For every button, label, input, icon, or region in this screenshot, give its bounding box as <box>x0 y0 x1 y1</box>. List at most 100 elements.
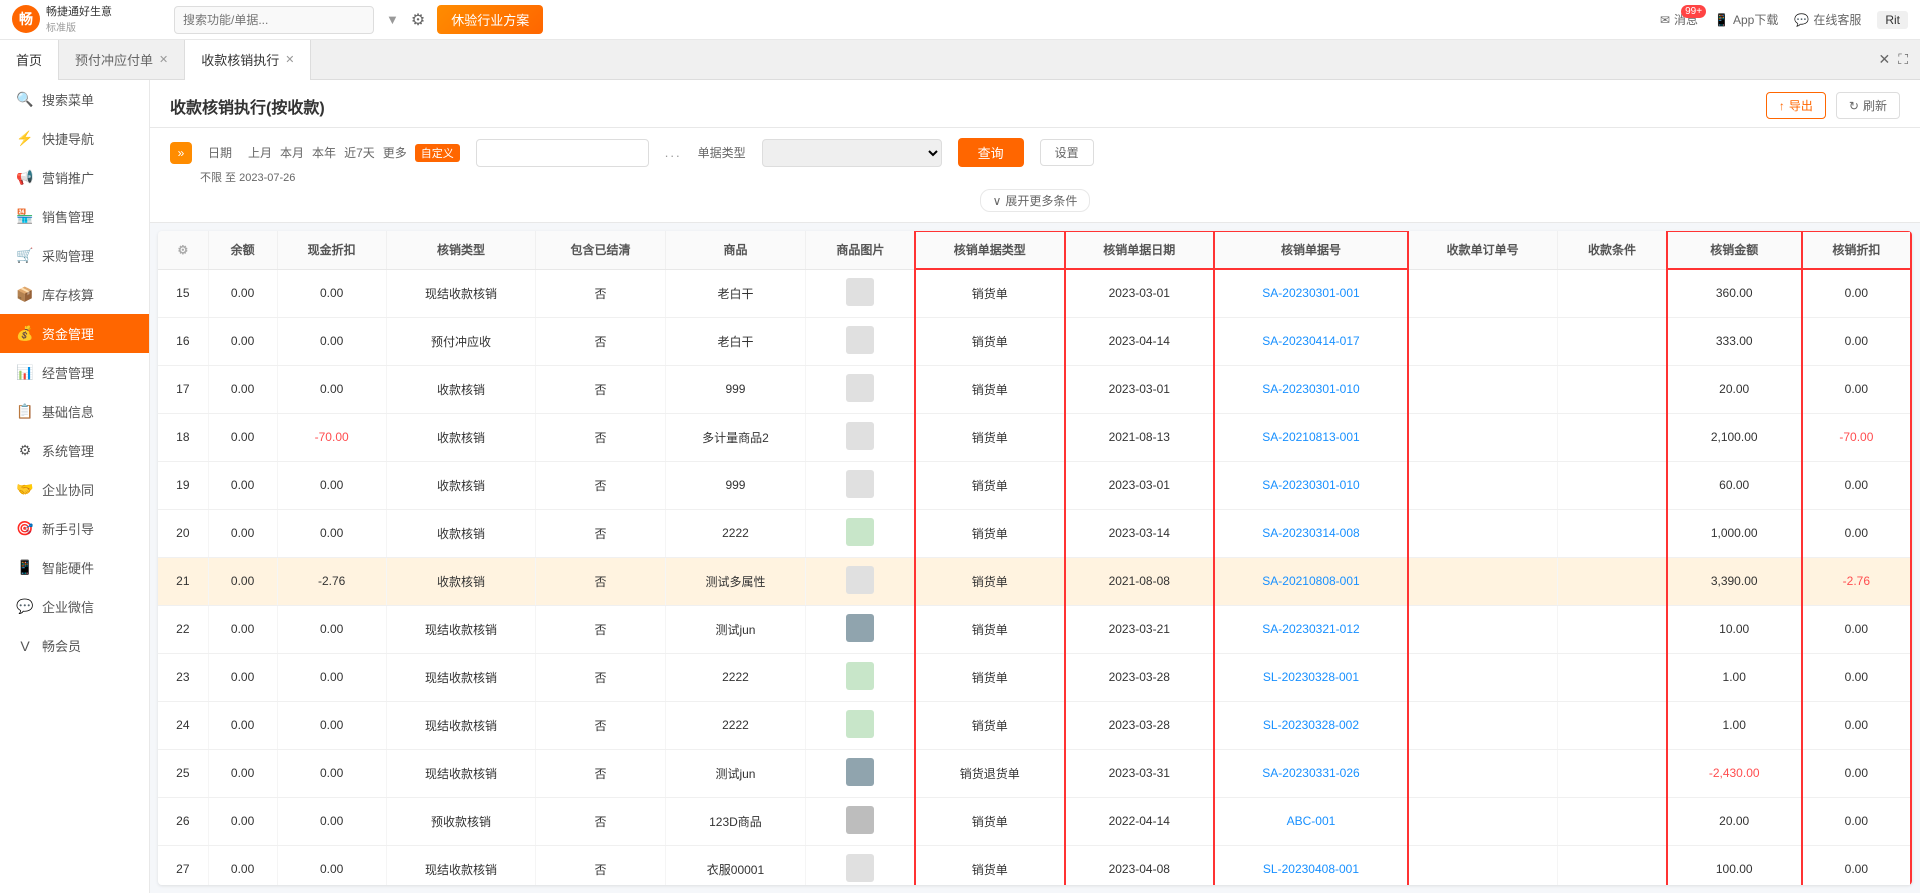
sidebar-item-quicknav[interactable]: ⚡ 快捷导航 <box>0 119 149 158</box>
writeoff-no-link[interactable]: SA-20230301-010 <box>1262 478 1359 492</box>
writeoff-no-link[interactable]: SL-20230328-001 <box>1263 670 1359 684</box>
tab-home[interactable]: 首页 <box>0 40 59 80</box>
cell-writeoff-no[interactable]: SL-20230328-001 <box>1214 653 1408 701</box>
app-download-area[interactable]: 📱 App下载 <box>1714 11 1778 28</box>
management-icon: 📊 <box>16 364 34 381</box>
cell-writeoff-discount: 0.00 <box>1802 749 1911 797</box>
col-writeoff-type: 核销单据类型 <box>915 231 1065 269</box>
column-settings-icon[interactable]: ⚙ <box>177 243 188 257</box>
cell-writeoff-no[interactable]: SA-20230301-001 <box>1214 269 1408 317</box>
logo-area: 畅 畅捷通好生意 标准版 <box>12 5 162 34</box>
search-dropdown-icon[interactable]: ▼ <box>386 12 399 27</box>
maximize-icon[interactable]: ⛶ <box>1898 51 1908 68</box>
sidebar-item-basics[interactable]: 📋 基础信息 <box>0 392 149 431</box>
cell-writeoff-discount: 0.00 <box>1802 845 1911 885</box>
sidebar-item-finance[interactable]: 💰 资金管理 <box>0 314 149 353</box>
cell-writeoff-no[interactable]: SA-20230321-012 <box>1214 605 1408 653</box>
sidebar-item-inventory[interactable]: 📦 库存核算 <box>0 275 149 314</box>
cell-writeoff-no[interactable]: SA-20230331-026 <box>1214 749 1408 797</box>
cell-writeoff-type: 销货单 <box>915 653 1065 701</box>
filter-toggle-button[interactable]: » <box>170 142 192 164</box>
sidebar-item-weixin[interactable]: 💬 企业微信 <box>0 587 149 626</box>
writeoff-no-link[interactable]: SA-20230301-010 <box>1262 382 1359 396</box>
cell-writeoff-no[interactable]: SA-20230414-017 <box>1214 317 1408 365</box>
receipt-type-select[interactable] <box>762 139 942 167</box>
date-7days[interactable]: 近7天 <box>344 144 375 161</box>
cell-writeoff-date: 2023-03-01 <box>1065 269 1215 317</box>
tab-prepay[interactable]: 预付冲应付单 ✕ <box>59 40 185 80</box>
counterparty-search-icon[interactable]: ... <box>665 145 682 160</box>
cell-writeoff-amount: 333.00 <box>1667 317 1802 365</box>
receipt-type-label: 单据类型 <box>698 144 746 161</box>
main-table: ⚙ 余额 现金折扣 核销类型 包含已结清 商品 商品图片 核销单据类型 核销单据… <box>158 231 1912 885</box>
cell-receipt-order <box>1408 605 1558 653</box>
writeoff-no-link[interactable]: SA-20230414-017 <box>1262 334 1359 348</box>
sidebar-item-guide[interactable]: 🎯 新手引导 <box>0 509 149 548</box>
sidebar-item-member[interactable]: V 畅会员 <box>0 626 149 665</box>
date-this-month[interactable]: 本月 <box>280 144 304 161</box>
top-right-area: ✉ 消息 99+ 📱 App下载 💬 在线客服 Rit <box>1660 11 1908 29</box>
tab-bar-right: ✕ ⛶ <box>1878 51 1920 68</box>
sidebar-item-collab[interactable]: 🤝 企业协同 <box>0 470 149 509</box>
col-goods-img: 商品图片 <box>806 231 915 269</box>
date-filter-label: 日期 <box>208 144 232 161</box>
writeoff-no-link[interactable]: SL-20230328-002 <box>1263 718 1359 732</box>
cell-settled: 否 <box>536 653 665 701</box>
table-row: 25 0.00 0.00 现结收款核销 否 测试jun 销货退货单 2023-0… <box>158 749 1911 797</box>
sidebar-item-purchase[interactable]: 🛒 采购管理 <box>0 236 149 275</box>
gear-icon[interactable]: ⚙ <box>411 10 425 30</box>
cell-writeoff-no[interactable]: SL-20230328-002 <box>1214 701 1408 749</box>
query-button[interactable]: 查询 <box>958 138 1024 167</box>
close-window-icon[interactable]: ✕ <box>1878 51 1890 68</box>
writeoff-no-link[interactable]: SA-20230314-008 <box>1262 526 1359 540</box>
cell-writeoff-no[interactable]: SA-20230301-010 <box>1214 365 1408 413</box>
writeoff-no-link[interactable]: SA-20230321-012 <box>1262 622 1359 636</box>
sidebar-item-search[interactable]: 🔍 搜索菜单 <box>0 80 149 119</box>
sidebar-item-hardware[interactable]: 📱 智能硬件 <box>0 548 149 587</box>
cell-writeoff-amount: 100.00 <box>1667 845 1802 885</box>
cell-writeoff-no[interactable]: SA-20210808-001 <box>1214 557 1408 605</box>
settings-button[interactable]: 设置 <box>1040 139 1094 166</box>
export-button[interactable]: ↑ 导出 <box>1766 92 1826 119</box>
date-more[interactable]: 更多 <box>383 144 407 161</box>
industry-button[interactable]: 休验行业方案 <box>437 5 543 34</box>
message-icon-area[interactable]: ✉ 消息 99+ <box>1660 11 1698 28</box>
cell-type: 收款核销 <box>386 509 536 557</box>
expand-conditions-button[interactable]: ∨ 展开更多条件 <box>980 189 1091 212</box>
tab-writeoff[interactable]: 收款核销执行 ✕ <box>185 40 311 80</box>
cell-settled: 否 <box>536 701 665 749</box>
sidebar-item-management[interactable]: 📊 经营管理 <box>0 353 149 392</box>
cell-writeoff-no[interactable]: SA-20210813-001 <box>1214 413 1408 461</box>
writeoff-no-link[interactable]: SA-20230331-026 <box>1262 766 1359 780</box>
cell-receipt-condition <box>1557 461 1666 509</box>
search-input[interactable] <box>174 6 374 34</box>
sidebar-item-quicknav-label: 快捷导航 <box>42 129 94 148</box>
writeoff-no-link[interactable]: SA-20230301-001 <box>1262 286 1359 300</box>
cell-writeoff-amount: 1.00 <box>1667 701 1802 749</box>
sidebar-item-hardware-label: 智能硬件 <box>42 558 94 577</box>
sidebar-item-marketing[interactable]: 📢 营销推广 <box>0 158 149 197</box>
cell-writeoff-no[interactable]: SA-20230314-008 <box>1214 509 1408 557</box>
cell-cash-discount: -70.00 <box>277 413 386 461</box>
date-last-month[interactable]: 上月 <box>248 144 272 161</box>
cell-writeoff-no[interactable]: ABC-001 <box>1214 797 1408 845</box>
cell-writeoff-no[interactable]: SL-20230408-001 <box>1214 845 1408 885</box>
writeoff-no-link[interactable]: SA-20210808-001 <box>1262 574 1359 588</box>
cell-writeoff-type: 销货单 <box>915 605 1065 653</box>
cell-writeoff-type: 销货单 <box>915 557 1065 605</box>
cell-receipt-condition <box>1557 845 1666 885</box>
counterparty-input[interactable] <box>476 139 649 167</box>
tab-writeoff-close[interactable]: ✕ <box>285 53 294 66</box>
user-info[interactable]: Rit <box>1877 11 1908 29</box>
refresh-button[interactable]: ↻ 刷新 <box>1836 92 1900 119</box>
sidebar-item-system[interactable]: ⚙ 系统管理 <box>0 431 149 470</box>
writeoff-no-link[interactable]: ABC-001 <box>1287 814 1336 828</box>
sidebar-item-sales[interactable]: 🏪 销售管理 <box>0 197 149 236</box>
online-service-area[interactable]: 💬 在线客服 <box>1794 11 1861 28</box>
cell-writeoff-no[interactable]: SA-20230301-010 <box>1214 461 1408 509</box>
date-this-year[interactable]: 本年 <box>312 144 336 161</box>
date-custom[interactable]: 自定义 <box>415 144 460 162</box>
writeoff-no-link[interactable]: SA-20210813-001 <box>1262 430 1359 444</box>
writeoff-no-link[interactable]: SL-20230408-001 <box>1263 862 1359 876</box>
tab-prepay-close[interactable]: ✕ <box>159 53 168 66</box>
